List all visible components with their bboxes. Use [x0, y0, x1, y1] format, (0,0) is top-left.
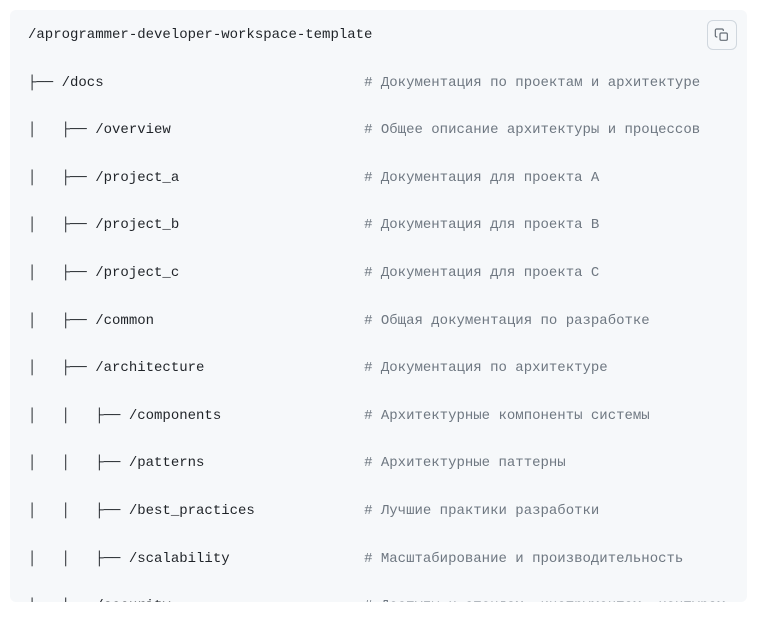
tree-branch: │ │ ├── /best_practices — [28, 503, 364, 519]
tree-comment: # Общая документация по разработке — [364, 313, 650, 329]
tree-line: │ ├── /project_b # Документация для прое… — [28, 214, 729, 238]
tree-branch: │ ├── /security — [28, 598, 364, 602]
tree-comment: # Документация по проектам и архитектуре — [364, 75, 700, 91]
tree-branch: │ │ ├── /patterns — [28, 455, 364, 471]
code-block: /aprogrammer-developer-workspace-templat… — [10, 10, 747, 602]
tree-comment: # Доступы к стендам, инструментам, конту… — [364, 598, 725, 602]
tree-comment: # Документация по архитектуре — [364, 360, 608, 376]
tree-line: │ ├── /common # Общая документация по ра… — [28, 310, 729, 334]
tree-comment: # Общее описание архитектуры и процессов — [364, 122, 700, 138]
tree-comment: # Архитектурные компоненты системы — [364, 408, 650, 424]
tree-comment: # Архитектурные паттерны — [364, 455, 566, 471]
tree-output: /aprogrammer-developer-workspace-templat… — [28, 24, 729, 602]
tree-line: ├── /docs # Документация по проектам и а… — [28, 72, 729, 96]
tree-comment: # Лучшие практики разработки — [364, 503, 599, 519]
tree-branch: │ ├── /project_b — [28, 217, 364, 233]
tree-branch: │ ├── /overview — [28, 122, 364, 138]
tree-comment: # Документация для проекта A — [364, 170, 599, 186]
tree-line: │ │ ├── /scalability # Масштабирование и… — [28, 548, 729, 572]
tree-branch: │ │ ├── /components — [28, 408, 364, 424]
copy-icon — [714, 27, 730, 43]
tree-branch: │ │ ├── /scalability — [28, 551, 364, 567]
tree-branch: │ ├── /architecture — [28, 360, 364, 376]
tree-line: │ │ ├── /components # Архитектурные комп… — [28, 405, 729, 429]
tree-branch: │ ├── /project_a — [28, 170, 364, 186]
copy-button[interactable] — [707, 20, 737, 50]
root-line: /aprogrammer-developer-workspace-templat… — [28, 24, 729, 48]
tree-line: │ ├── /project_a # Документация для прое… — [28, 167, 729, 191]
tree-branch: ├── /docs — [28, 75, 364, 91]
tree-line: │ │ ├── /patterns # Архитектурные паттер… — [28, 452, 729, 476]
tree-line: │ ├── /security # Доступы к стендам, инс… — [28, 595, 729, 602]
tree-branch: │ ├── /project_c — [28, 265, 364, 281]
tree-line: │ │ ├── /best_practices # Лучшие практик… — [28, 500, 729, 524]
tree-branch: │ ├── /common — [28, 313, 364, 329]
tree-comment: # Масштабирование и производительность — [364, 551, 683, 567]
tree-comment: # Документация для проекта B — [364, 217, 599, 233]
tree-comment: # Документация для проекта C — [364, 265, 599, 281]
tree-line: │ ├── /overview # Общее описание архитек… — [28, 119, 729, 143]
tree-line: │ ├── /architecture # Документация по ар… — [28, 357, 729, 381]
tree-line: │ ├── /project_c # Документация для прое… — [28, 262, 729, 286]
